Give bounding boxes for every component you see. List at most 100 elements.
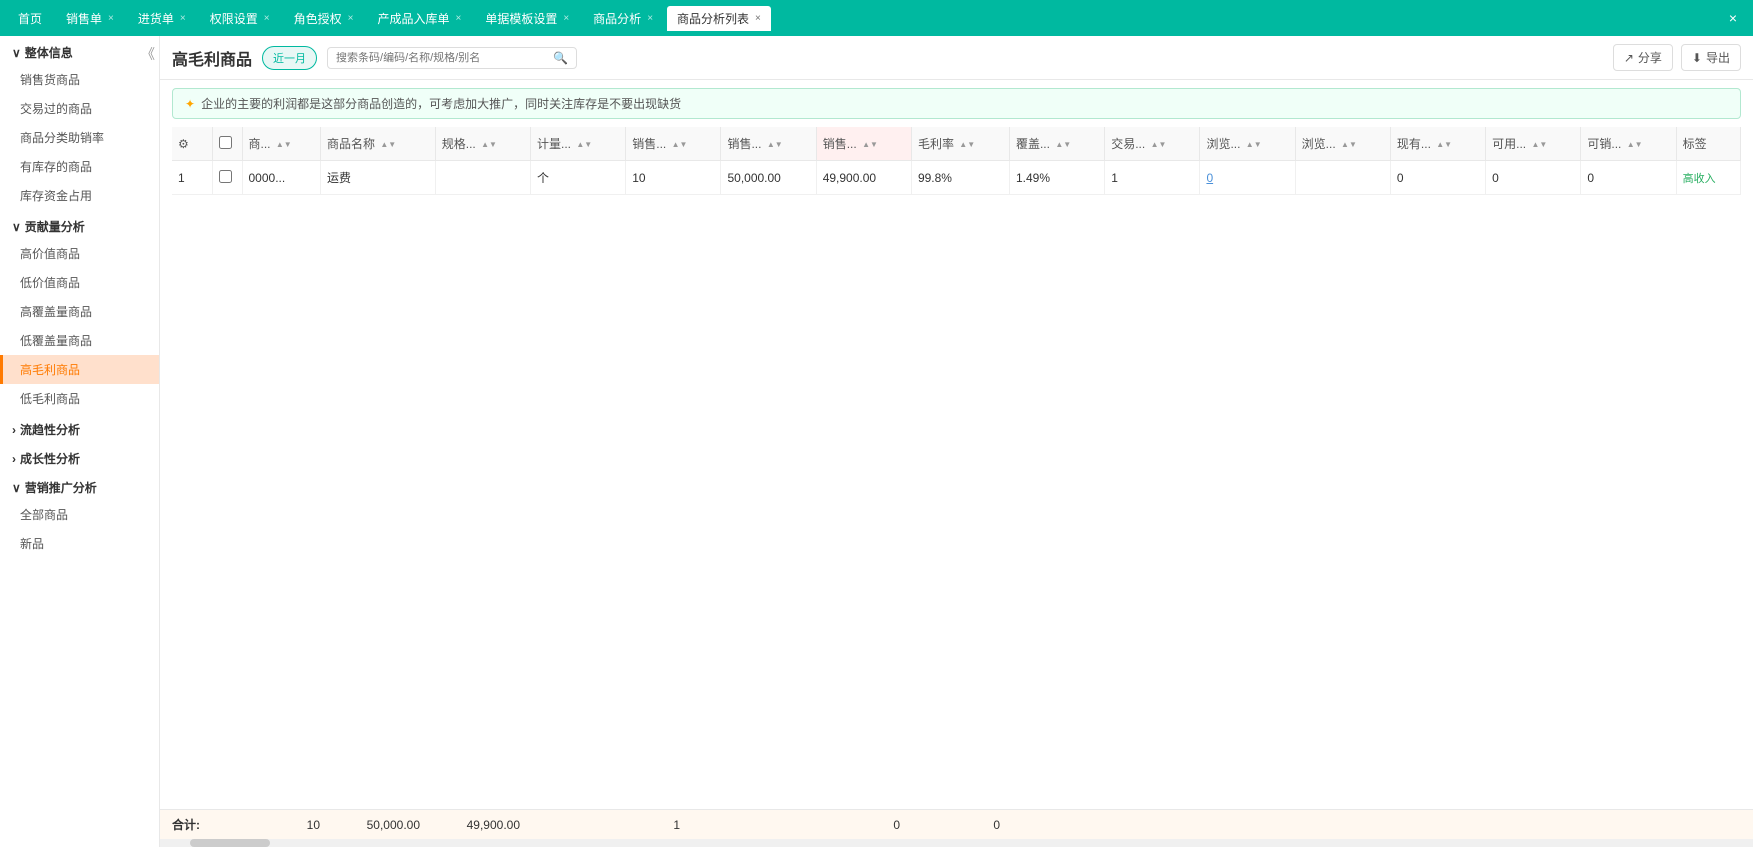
sidebar-item-new-goods[interactable]: 新品 — [0, 529, 159, 558]
content-header: 高毛利商品 近一月 🔍 ↗ 分享 ⬇ 导出 — [160, 36, 1753, 80]
sidebar-item-sale-goods[interactable]: 销售货商品 — [0, 65, 159, 94]
share-icon: ↗ — [1624, 51, 1634, 65]
sidebar-item-low-margin[interactable]: 低毛利商品 — [0, 384, 159, 413]
footer-sale-profit: 49,900.00 — [440, 818, 520, 832]
col-available[interactable]: 可用... ▲▼ — [1486, 127, 1581, 161]
cell-coverage: 1.49% — [1009, 161, 1104, 195]
sidebar-group-contribution[interactable]: ∨ 贡献量分析 — [0, 210, 159, 239]
close-icon[interactable]: × — [563, 13, 569, 24]
nav-tab-product-storage[interactable]: 产成品入库单 × — [367, 6, 471, 31]
close-icon[interactable]: × — [180, 13, 186, 24]
cell-browse1[interactable]: 0 — [1200, 161, 1295, 195]
nav-tab-product-analysis-list[interactable]: 商品分析列表 × — [667, 6, 771, 31]
close-icon[interactable]: × — [455, 13, 461, 24]
sort-icon[interactable]: ▲▼ — [862, 140, 878, 149]
cell-spec — [435, 161, 530, 195]
export-button[interactable]: ⬇ 导出 — [1681, 44, 1741, 71]
col-saleable[interactable]: 可销... ▲▼ — [1581, 127, 1676, 161]
col-spec[interactable]: 规格... ▲▼ — [435, 127, 530, 161]
search-input[interactable] — [336, 52, 553, 64]
sidebar-group-growth[interactable]: › 成长性分析 — [0, 442, 159, 471]
sidebar-item-stocked-goods[interactable]: 有库存的商品 — [0, 152, 159, 181]
nav-tab-product-analysis[interactable]: 商品分析 × — [583, 6, 663, 31]
close-icon[interactable]: × — [647, 13, 653, 24]
nav-tab-role[interactable]: 角色授权 × — [284, 6, 364, 31]
sort-icon[interactable]: ▲▼ — [1436, 140, 1452, 149]
sidebar-item-high-margin[interactable]: 高毛利商品 — [0, 355, 159, 384]
nav-tab-sales[interactable]: 销售单 × — [56, 6, 124, 31]
col-trade-count[interactable]: 交易... ▲▼ — [1105, 127, 1200, 161]
sidebar-group-overall[interactable]: ∨ 整体信息 — [0, 36, 159, 65]
cell-sale-profit: 49,900.00 — [816, 161, 911, 195]
filter-recent-month[interactable]: 近一月 — [262, 46, 317, 70]
cell-unit: 个 — [531, 161, 626, 195]
sort-icon[interactable]: ▲▼ — [959, 140, 975, 149]
col-browse2[interactable]: 浏览... ▲▼ — [1295, 127, 1390, 161]
sort-icon[interactable]: ▲▼ — [672, 140, 688, 149]
cell-checkbox[interactable] — [212, 161, 242, 195]
col-coverage[interactable]: 覆盖... ▲▼ — [1009, 127, 1104, 161]
col-sale-qty[interactable]: 销售... ▲▼ — [626, 127, 721, 161]
close-all-button[interactable]: × — [1721, 10, 1745, 26]
sort-icon[interactable]: ▲▼ — [1341, 140, 1357, 149]
sort-icon[interactable]: ▲▼ — [380, 140, 396, 149]
col-sale-profit[interactable]: 销售... ▲▼ — [816, 127, 911, 161]
sort-icon[interactable]: ▲▼ — [276, 140, 292, 149]
cell-name: 运费 — [320, 161, 435, 195]
sort-icon[interactable]: ▲▼ — [767, 140, 783, 149]
cell-no: 1 — [172, 161, 212, 195]
col-tag[interactable]: 标签 — [1676, 127, 1740, 161]
footer-available: 0 — [920, 818, 1000, 832]
sort-icon[interactable]: ▲▼ — [1246, 140, 1262, 149]
sort-icon[interactable]: ▲▼ — [1151, 140, 1167, 149]
share-button[interactable]: ↗ 分享 — [1613, 44, 1673, 71]
nav-tab-home[interactable]: 首页 — [8, 6, 52, 31]
sidebar-item-inventory-funds[interactable]: 库存资金占用 — [0, 181, 159, 210]
col-gross-rate[interactable]: 毛利率 ▲▼ — [911, 127, 1009, 161]
col-code[interactable]: 商... ▲▼ — [242, 127, 320, 161]
nav-tab-permission[interactable]: 权限设置 × — [200, 6, 280, 31]
sort-icon[interactable]: ▲▼ — [1055, 140, 1071, 149]
row-checkbox[interactable] — [219, 170, 232, 183]
top-navigation: 首页 销售单 × 进货单 × 权限设置 × 角色授权 × 产成品入库单 × 单据… — [0, 0, 1753, 36]
col-unit[interactable]: 计量... ▲▼ — [531, 127, 626, 161]
sidebar-item-high-value[interactable]: 高价值商品 — [0, 239, 159, 268]
col-name[interactable]: 商品名称 ▲▼ — [320, 127, 435, 161]
sidebar-item-low-value[interactable]: 低价值商品 — [0, 268, 159, 297]
close-icon[interactable]: × — [108, 13, 114, 24]
sort-icon[interactable]: ▲▼ — [481, 140, 497, 149]
sidebar-group-marketing[interactable]: ∨ 营销推广分析 — [0, 471, 159, 500]
cell-tag: 高收入 — [1676, 161, 1740, 195]
sidebar-group-trend[interactable]: › 流趋性分析 — [0, 413, 159, 442]
scrollbar-thumb[interactable] — [190, 839, 270, 847]
col-sale-amt[interactable]: 销售... ▲▼ — [721, 127, 816, 161]
table-container[interactable]: ⚙ 商... ▲▼ 商品名称 ▲▼ — [160, 127, 1753, 809]
sidebar-collapse-button[interactable]: 《 — [141, 44, 155, 64]
sidebar-item-high-coverage[interactable]: 高覆盖量商品 — [0, 297, 159, 326]
col-current[interactable]: 现有... ▲▼ — [1390, 127, 1485, 161]
sidebar-item-category-rate[interactable]: 商品分类助销率 — [0, 123, 159, 152]
cell-available: 0 — [1486, 161, 1581, 195]
close-icon[interactable]: × — [755, 13, 761, 24]
nav-tab-template[interactable]: 单据模板设置 × — [475, 6, 579, 31]
sidebar-item-traded-goods[interactable]: 交易过的商品 — [0, 94, 159, 123]
sort-icon[interactable]: ▲▼ — [1627, 140, 1643, 149]
col-settings[interactable]: ⚙ — [172, 127, 212, 161]
col-browse1[interactable]: 浏览... ▲▼ — [1200, 127, 1295, 161]
main-layout: 《 ∨ 整体信息 销售货商品 交易过的商品 商品分类助销率 有库存的商品 库存资… — [0, 36, 1753, 847]
nav-tab-purchase[interactable]: 进货单 × — [128, 6, 196, 31]
sidebar-item-all-goods[interactable]: 全部商品 — [0, 500, 159, 529]
horizontal-scrollbar[interactable] — [160, 839, 1753, 847]
arrow-down-icon: ∨ — [12, 220, 21, 234]
sort-icon[interactable]: ▲▼ — [576, 140, 592, 149]
sort-icon[interactable]: ▲▼ — [1532, 140, 1548, 149]
close-icon[interactable]: × — [264, 13, 270, 24]
col-checkbox[interactable] — [212, 127, 242, 161]
table-row: 1 0000... 运费 个 10 50,000.00 49,900.00 99… — [172, 161, 1741, 195]
close-icon[interactable]: × — [348, 13, 354, 24]
content-area: 高毛利商品 近一月 🔍 ↗ 分享 ⬇ 导出 ✦ 企业的主要的利润都是这部分商品创… — [160, 36, 1753, 847]
footer-trade-count: 1 — [600, 818, 680, 832]
search-icon[interactable]: 🔍 — [553, 51, 568, 65]
sidebar-item-low-coverage[interactable]: 低覆盖量商品 — [0, 326, 159, 355]
select-all-checkbox[interactable] — [219, 136, 232, 149]
